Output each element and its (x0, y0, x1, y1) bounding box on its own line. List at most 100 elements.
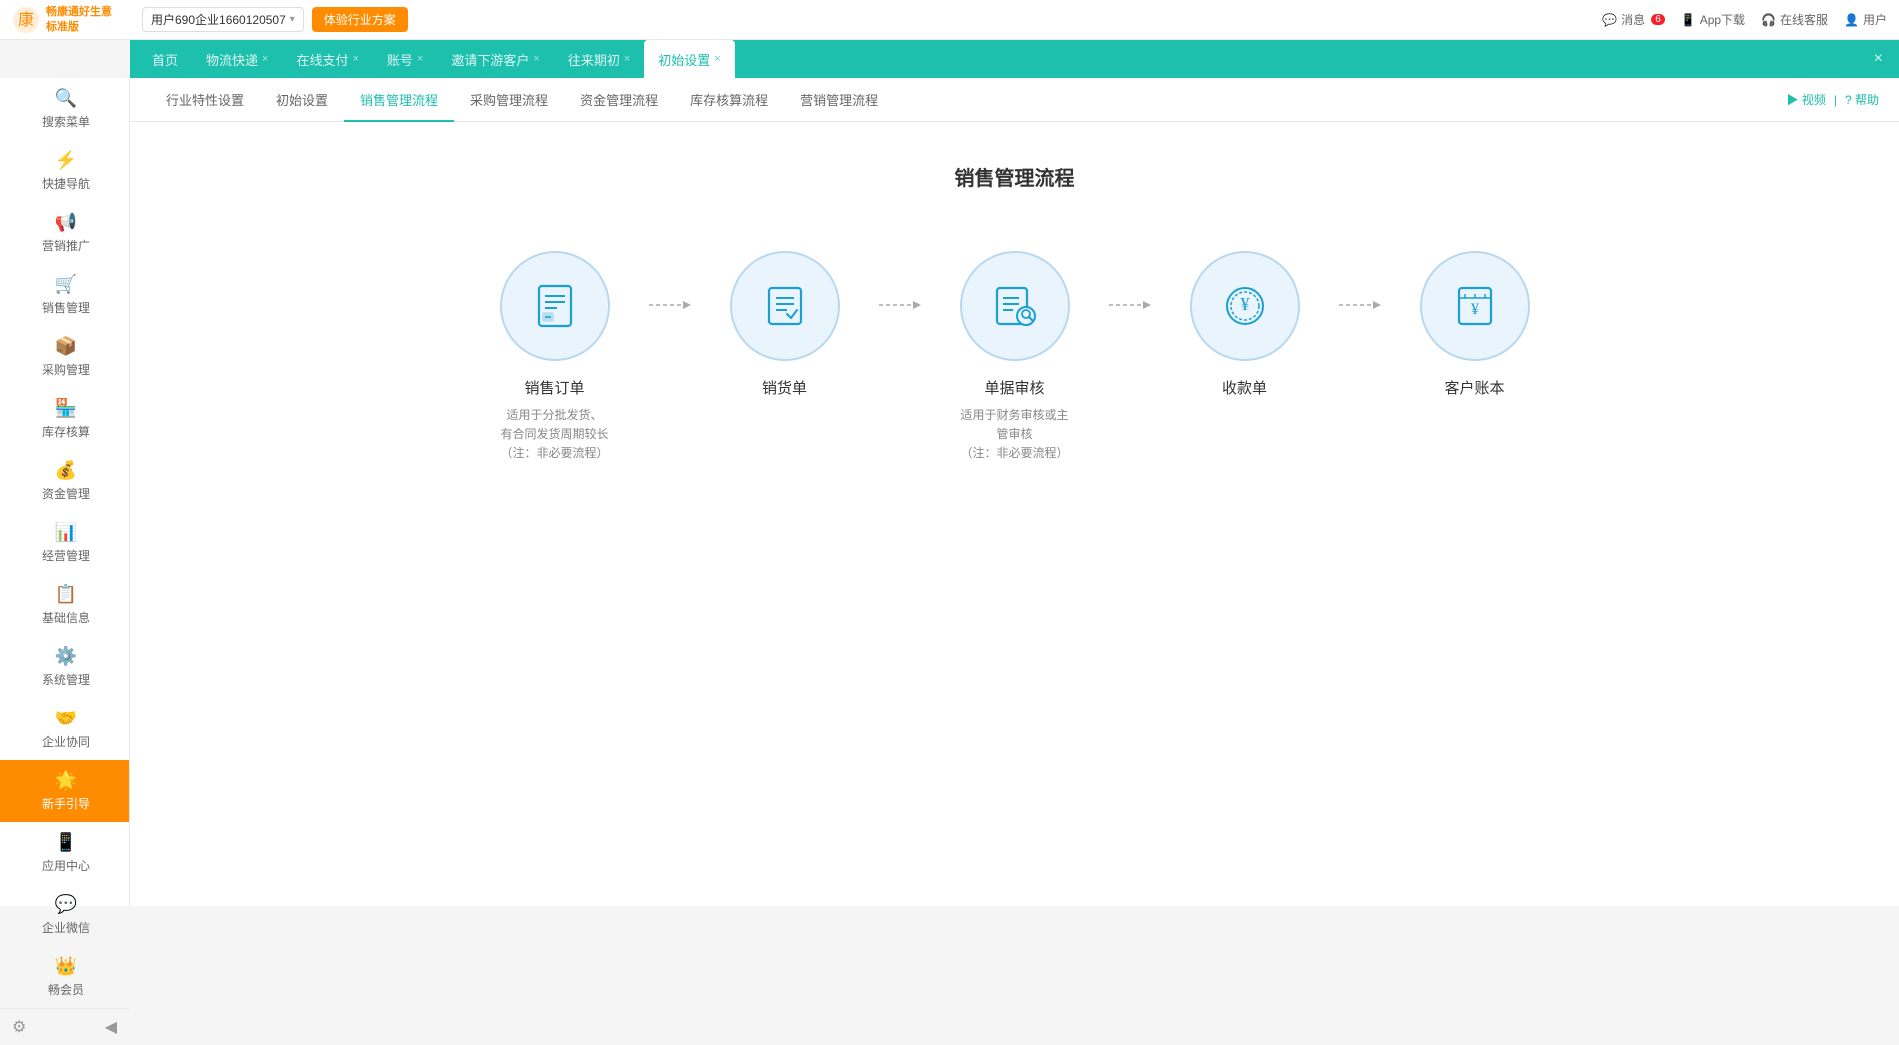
flow-circle-review (960, 251, 1070, 361)
star-icon: 🌟 (55, 770, 77, 791)
top-bar-left: 用户690企业1660120507 ▾ 体验行业方案 (142, 7, 408, 32)
svg-text:¥: ¥ (1471, 301, 1479, 318)
store-icon: 🏪 (55, 398, 77, 419)
user-icon: 👤 (1844, 13, 1859, 27)
search-icon: 🔍 (55, 88, 77, 109)
logo-icon: 康 (12, 6, 40, 34)
flow-step-sales-order: 销售订单 适用于分批发货、有合同发货周期较长（注：非必要流程） (465, 251, 645, 464)
flow-arrow-3 (1105, 251, 1155, 315)
selector-text: 用户690企业1660120507 (151, 11, 286, 28)
step-name-receipt: 收款单 (1222, 377, 1267, 398)
sidebar-item-search[interactable]: 🔍 搜索菜单 (0, 78, 129, 140)
trial-btn[interactable]: 体验行业方案 (312, 7, 408, 32)
nav-close-all-btn[interactable]: × (1866, 50, 1891, 68)
sidebar-item-new-guide[interactable]: 🌟 新手引导 (0, 760, 129, 822)
sidebar-item-label: 新手引导 (42, 795, 90, 812)
sub-tab-industry[interactable]: 行业特性设置 (150, 78, 260, 122)
online-service-item[interactable]: 🎧 在线客服 (1761, 11, 1828, 28)
sidebar-item-finance[interactable]: 💰 资金管理 (0, 450, 129, 512)
sidebar-item-app-center[interactable]: 📱 应用中心 (0, 822, 129, 884)
sub-tab-marketing-flow[interactable]: 营销管理流程 (784, 78, 894, 122)
flow-step-delivery: 销货单 (695, 251, 875, 406)
nav-tab-home[interactable]: 首页 (138, 40, 192, 78)
money-icon: 💰 (55, 460, 77, 481)
user-label: 用户 (1863, 11, 1887, 28)
step-name-delivery: 销货单 (762, 377, 807, 398)
step-desc-review: 适用于财务审核或主管审核（注：非必要流程） (960, 406, 1068, 464)
clipboard-icon: 📋 (55, 584, 77, 605)
nav-tab-payment[interactable]: 在线支付 × (282, 40, 372, 78)
mobile-icon: 📱 (55, 832, 77, 853)
step-desc-sales-order: 适用于分批发货、有合同发货周期较长（注：非必要流程） (500, 406, 608, 464)
sidebar-item-vip[interactable]: 👑 畅会员 (0, 946, 129, 1008)
sidebar-item-label: 畅会员 (48, 981, 84, 998)
wechat-icon: 💬 (55, 894, 77, 915)
sidebar-item-label: 应用中心 (42, 857, 90, 874)
crown-icon: 👑 (55, 956, 77, 977)
cart-icon: 🛒 (55, 274, 77, 295)
sidebar-item-label: 系统管理 (42, 671, 90, 688)
sidebar-item-label: 企业微信 (42, 919, 90, 936)
nav-tab-period[interactable]: 往来期初 × (554, 40, 644, 78)
arrow-icon (1105, 295, 1155, 315)
app-download-label: App下载 (1700, 11, 1745, 28)
sidebar-item-enterprise-collab[interactable]: 🤝 企业协同 (0, 698, 129, 760)
notification-item[interactable]: 💬 消息 6 (1602, 11, 1665, 28)
content-area: 行业特性设置 初始设置 销售管理流程 采购管理流程 资金管理流程 库存核算流程 (130, 78, 1899, 906)
flow-step-receipt: ¥ 收款单 (1155, 251, 1335, 406)
settings-icon[interactable]: ⚙ (12, 1017, 26, 1037)
sidebar-item-operations[interactable]: 📊 经营管理 (0, 512, 129, 574)
user-avatar-item[interactable]: 👤 用户 (1844, 11, 1887, 28)
help-link[interactable]: ? 帮助 (1845, 91, 1879, 108)
close-icon[interactable]: × (352, 53, 358, 65)
close-icon[interactable]: × (417, 53, 423, 65)
logo-text: 畅康通好生意 标准版 (46, 5, 112, 34)
step-name-ledger: 客户账本 (1444, 377, 1504, 398)
divider: | (1834, 93, 1837, 107)
delivery-icon (759, 280, 811, 332)
sub-tab-sales-flow[interactable]: 销售管理流程 (344, 78, 454, 122)
sub-tab-inventory-flow[interactable]: 库存核算流程 (674, 78, 784, 122)
arrow-icon (875, 295, 925, 315)
message-icon: 💬 (1602, 13, 1617, 27)
flow-arrow-2 (875, 251, 925, 315)
logo-area: 康 畅康通好生意 标准版 (0, 0, 130, 40)
sidebar-item-sales[interactable]: 🛒 销售管理 (0, 264, 129, 326)
close-icon[interactable]: × (533, 53, 539, 65)
flow-circle-receipt: ¥ (1190, 251, 1300, 361)
sidebar-item-label: 库存核算 (42, 423, 90, 440)
sidebar-item-label: 经营管理 (42, 547, 90, 564)
sidebar-item-inventory[interactable]: 🏪 库存核算 (0, 388, 129, 450)
nav-tab-invite[interactable]: 邀请下游客户 × (437, 40, 553, 78)
sidebar-item-basic-info[interactable]: 📋 基础信息 (0, 574, 129, 636)
app-wrapper: 康 畅康通好生意 标准版 用户690企业1660120507 ▾ 体验行业方案 (0, 0, 1899, 906)
nav-tab-initial-setup[interactable]: 初始设置 × (644, 40, 734, 78)
collapse-icon[interactable]: ◀ (105, 1017, 117, 1037)
sidebar-item-system[interactable]: ⚙️ 系统管理 (0, 636, 129, 698)
nav-tab-logistics[interactable]: 物流快递 × (192, 40, 282, 78)
close-icon[interactable]: × (714, 53, 720, 65)
notification-badge: 6 (1651, 14, 1665, 25)
top-bar-right: 💬 消息 6 📱 App下载 🎧 在线客服 👤 用户 (1602, 11, 1887, 28)
sub-tab-initial[interactable]: 初始设置 (260, 78, 344, 122)
sidebar-item-enterprise-wechat[interactable]: 💬 企业微信 (0, 884, 129, 946)
sidebar-item-marketing[interactable]: 📢 营销推广 (0, 202, 129, 264)
flow-step-review: 单据审核 适用于财务审核或主管审核（注：非必要流程） (925, 251, 1105, 464)
sidebar-item-purchase[interactable]: 📦 采购管理 (0, 326, 129, 388)
main-layout: 🔍 搜索菜单 ⚡ 快捷导航 📢 营销推广 🛒 销售管理 📦 采购管理 🏪 (0, 78, 1899, 906)
sub-tab-finance-flow[interactable]: 资金管理流程 (564, 78, 674, 122)
close-icon[interactable]: × (262, 53, 268, 65)
sidebar-item-quick-nav[interactable]: ⚡ 快捷导航 (0, 140, 129, 202)
sub-tab-purchase-flow[interactable]: 采购管理流程 (454, 78, 564, 122)
close-icon[interactable]: × (624, 53, 630, 65)
headset-icon: 🎧 (1761, 13, 1776, 27)
nav-tab-account[interactable]: 账号 × (373, 40, 437, 78)
user-selector[interactable]: 用户690企业1660120507 ▾ (142, 7, 304, 32)
sidebar-item-label: 营销推广 (42, 237, 90, 254)
ledger-icon: ¥ (1449, 280, 1501, 332)
flow-content: 销售管理流程 (130, 122, 1899, 504)
app-download-item[interactable]: 📱 App下载 (1681, 11, 1745, 28)
video-link[interactable]: ▶ 视频 (1786, 91, 1825, 108)
step-name-review: 单据审核 (984, 377, 1044, 398)
megaphone-icon: 📢 (55, 212, 77, 233)
